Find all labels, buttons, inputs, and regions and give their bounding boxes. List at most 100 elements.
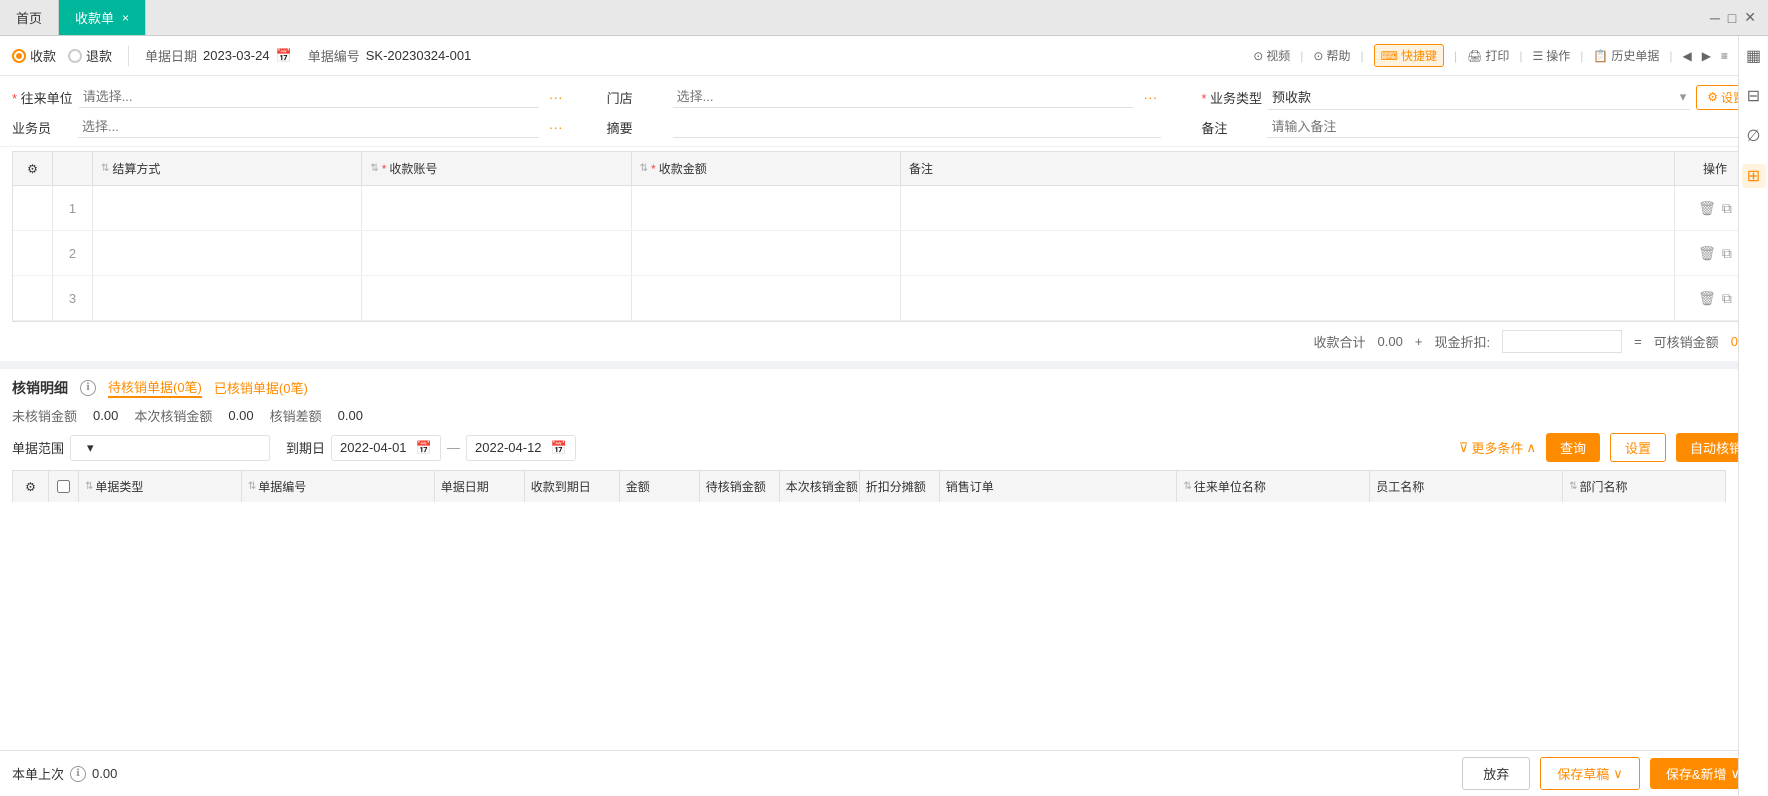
radio-receipt[interactable]: 收款 xyxy=(12,46,56,65)
delete-icon-3[interactable]: 🗑 xyxy=(1698,290,1716,307)
operation-label: 操作 xyxy=(1546,47,1570,64)
help-label: 帮助 xyxy=(1326,47,1350,64)
video-label: 视频 xyxy=(1266,47,1290,64)
bth-number-label: 单据编号 xyxy=(258,478,306,495)
shortcut-icon: ⌨ xyxy=(1381,49,1398,63)
window-min-icon[interactable]: ─ xyxy=(1710,10,1720,26)
td-remark-2[interactable] xyxy=(901,231,1675,275)
tab-home[interactable]: 首页 xyxy=(0,0,59,35)
sidebar-print-icon[interactable]: ⊟ xyxy=(1742,84,1766,108)
sidebar-expand-icon[interactable]: ⊞ xyxy=(1742,164,1766,188)
summary-input[interactable] xyxy=(673,116,1162,138)
copy-icon-2[interactable]: ⧉ xyxy=(1722,245,1732,262)
set-btn[interactable]: 设置 xyxy=(1610,433,1666,462)
calendar-icon[interactable]: 📅 xyxy=(276,48,292,64)
sidebar-attach-icon[interactable]: ∅ xyxy=(1742,124,1766,148)
business-type-label: 业务类型 xyxy=(1201,88,1262,107)
query-btn[interactable]: 查询 xyxy=(1546,433,1600,462)
list-view-icon[interactable]: ≡ xyxy=(1721,49,1728,63)
plus-sign: + xyxy=(1415,334,1423,349)
counterpart-field: 往来单位 ··· xyxy=(12,86,567,108)
copy-icon-3[interactable]: ⧉ xyxy=(1722,290,1732,307)
copy-icon-1[interactable]: ⧉ xyxy=(1722,200,1732,217)
current-hexiao-value: 0.00 xyxy=(228,408,253,423)
window-max-icon[interactable]: □ xyxy=(1728,10,1736,26)
td-amount-2[interactable] xyxy=(632,231,901,275)
radio-refund-dot xyxy=(68,49,82,63)
bth-type-label: 单据类型 xyxy=(95,478,143,495)
bth-discount-label: 折扣分摊额 xyxy=(866,478,926,495)
th-amount-label: * xyxy=(651,162,656,176)
th-rownum xyxy=(53,152,93,185)
staff-input[interactable] xyxy=(78,116,539,138)
nav-right-icon[interactable]: ▶ xyxy=(1702,49,1711,63)
th-action-label: 操作 xyxy=(1703,160,1727,177)
toolbar-divider-1 xyxy=(128,46,129,66)
range-field: 单据范围 ▾ xyxy=(12,435,270,461)
abandon-btn[interactable]: 放弃 xyxy=(1462,757,1530,790)
td-remark-1[interactable] xyxy=(901,186,1675,230)
td-account-3[interactable] xyxy=(362,276,631,320)
more-filter-btn[interactable]: ⊽ 更多条件 ∧ xyxy=(1459,438,1536,457)
counterpart-input[interactable] xyxy=(79,86,539,108)
td-amount-3[interactable] xyxy=(632,276,901,320)
shop-input[interactable] xyxy=(673,86,1134,108)
delete-icon-2[interactable]: 🗑 xyxy=(1698,245,1716,262)
nav-left-icon[interactable]: ◀ xyxy=(1682,49,1691,63)
remarks-input[interactable] xyxy=(1267,116,1756,138)
counterpart-more-btn[interactable]: ··· xyxy=(545,89,567,105)
tab-receipt[interactable]: 收款单 × xyxy=(59,0,146,35)
td-settlement-1[interactable] xyxy=(93,186,362,230)
shortcut-btn[interactable]: ⌨ 快捷键 xyxy=(1374,44,1444,67)
delete-icon-1[interactable]: 🗑 xyxy=(1698,200,1716,217)
window-close-icon[interactable]: ✕ xyxy=(1744,9,1756,26)
uncancelled-value: 0.00 xyxy=(93,408,118,423)
tab-close-icon[interactable]: × xyxy=(122,11,129,25)
bth-staff: 员工名称 xyxy=(1370,471,1563,502)
bth-current: 本次核销金额 xyxy=(780,471,860,502)
filter-row: 单据范围 ▾ 到期日 2022-04-01 📅 — 2022-04-12 xyxy=(12,433,1756,462)
hexiao-info-icon[interactable]: ℹ xyxy=(80,380,96,396)
hexiao-section: 核销明细 ℹ 待核销单据(0笔) 已核销单据(0笔) 未核销金额 0.00 本次… xyxy=(0,369,1768,510)
shop-more-btn[interactable]: ··· xyxy=(1139,89,1161,105)
bottom-left: 本单上次 ℹ 0.00 xyxy=(12,764,117,783)
operation-btn[interactable]: ☰ 操作 xyxy=(1532,47,1570,64)
select-all-checkbox[interactable] xyxy=(57,480,70,493)
more-filter-arrow: ∧ xyxy=(1526,440,1536,456)
video-btn[interactable]: ⊙ 视频 xyxy=(1253,47,1290,64)
td-remark-3[interactable] xyxy=(901,276,1675,320)
diff-label: 核销差额 xyxy=(270,406,322,425)
bottom-table-header: ⚙ ⇅ 单据类型 ⇅ 单据编号 单据日期 收款到期日 金额 待核销金额 xyxy=(12,470,1726,502)
history-icon: 📋 xyxy=(1593,49,1608,63)
td-gear-3 xyxy=(13,276,53,320)
bottom-bar: 本单上次 ℹ 0.00 放弃 保存草稿 ∨ 保存&新增 ∨ xyxy=(0,750,1768,796)
td-account-1[interactable] xyxy=(362,186,631,230)
business-type-select[interactable]: 预收款 ▾ xyxy=(1268,84,1690,110)
help-btn[interactable]: ⊙ 帮助 xyxy=(1313,47,1350,64)
th-remark-label: 备注 xyxy=(909,160,933,177)
done-tab[interactable]: 已核销单据(0笔) xyxy=(214,378,308,397)
date-start-input[interactable]: 2022-04-01 📅 xyxy=(331,435,441,461)
td-gear-1 xyxy=(13,186,53,230)
td-account-2[interactable] xyxy=(362,231,631,275)
net-label: 可核销金额 xyxy=(1654,332,1719,351)
discount-input[interactable] xyxy=(1502,330,1622,353)
td-settlement-2[interactable] xyxy=(93,231,362,275)
save-draft-btn[interactable]: 保存草稿 ∨ xyxy=(1540,757,1640,790)
tab-bar-controls: ─ □ ✕ xyxy=(1710,9,1768,26)
td-amount-1[interactable] xyxy=(632,186,901,230)
sidebar-table-icon[interactable]: ▦ xyxy=(1742,44,1766,68)
td-settlement-3[interactable] xyxy=(93,276,362,320)
history-btn[interactable]: 📋 历史单据 xyxy=(1593,47,1659,64)
range-select[interactable]: ▾ xyxy=(70,435,270,461)
bth-gear[interactable]: ⚙ xyxy=(13,471,49,502)
th-gear[interactable]: ⚙ xyxy=(13,152,53,185)
pending-tab[interactable]: 待核销单据(0笔) xyxy=(108,377,202,398)
bth-check[interactable] xyxy=(49,471,79,502)
date-end-input[interactable]: 2022-04-12 📅 xyxy=(466,435,576,461)
staff-more-btn[interactable]: ··· xyxy=(545,119,567,135)
print-btn[interactable]: 🖨 打印 xyxy=(1467,47,1509,64)
radio-receipt-label: 收款 xyxy=(30,46,56,65)
radio-refund[interactable]: 退款 xyxy=(68,46,112,65)
section-divider xyxy=(0,361,1768,369)
